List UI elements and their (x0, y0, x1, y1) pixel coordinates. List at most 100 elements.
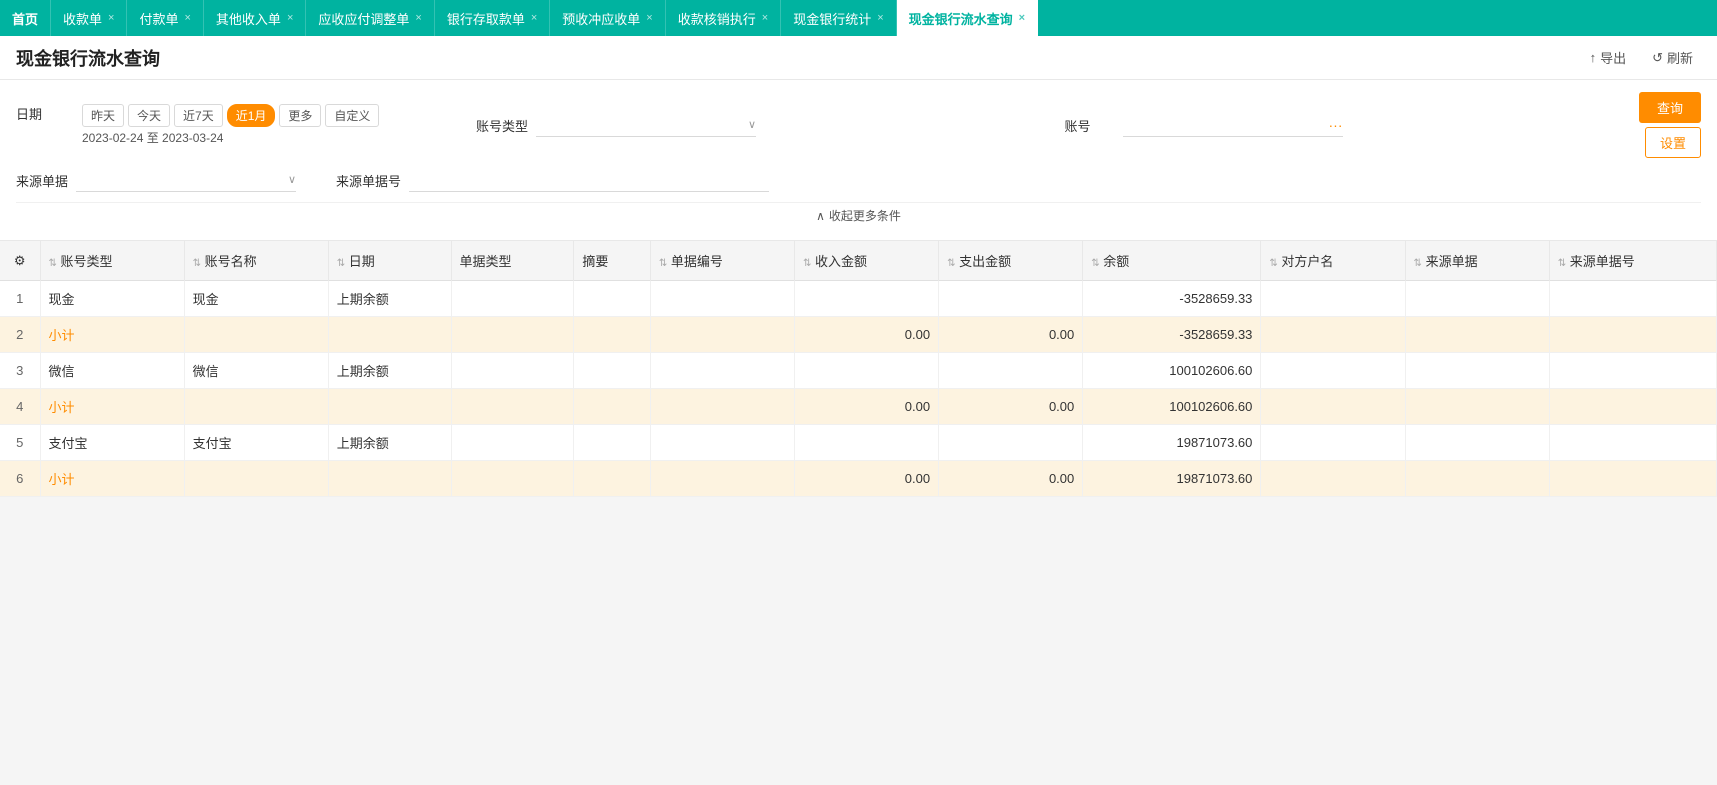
date-btn-more[interactable]: 更多 (279, 104, 321, 127)
col-balance[interactable]: ⇅ 余额 (1083, 241, 1261, 281)
table-row: 6小计0.000.0019871073.60 (0, 461, 1717, 497)
cell-doc-no (650, 425, 794, 461)
page-title: 现金银行流水查询 (16, 45, 160, 71)
cell-income: 0.00 (794, 461, 938, 497)
account-dots-icon[interactable]: ··· (1329, 117, 1343, 133)
close-icon[interactable]: × (287, 12, 293, 24)
cell-income (794, 281, 938, 317)
nav-tab-payments[interactable]: 付款单 × (127, 0, 203, 36)
cell-account-name (184, 317, 328, 353)
close-icon[interactable]: × (646, 12, 652, 24)
cell-doc-no (650, 281, 794, 317)
source-doc-input[interactable] (76, 168, 284, 191)
cell-no: 5 (0, 425, 40, 461)
date-btn-custom[interactable]: 自定义 (325, 104, 379, 127)
cell-source-doc-no (1549, 389, 1716, 425)
chevron-down-icon-2: ∨ (288, 173, 296, 186)
date-btn-yesterday[interactable]: 昨天 (82, 104, 124, 127)
cell-account-name (184, 461, 328, 497)
col-source-doc-no[interactable]: ⇅ 来源单据号 (1549, 241, 1716, 281)
date-option-buttons: 昨天 今天 近7天 近1月 更多 自定义 (82, 104, 379, 127)
col-expense[interactable]: ⇅ 支出金额 (939, 241, 1083, 281)
col-settings[interactable]: ⚙ (0, 241, 40, 281)
account-type-input[interactable] (536, 113, 744, 136)
page-header: 现金银行流水查询 ↑ 导出 ↺ 刷新 (0, 36, 1717, 80)
cell-account-type: 小计 (40, 317, 184, 353)
refresh-button[interactable]: ↺ 刷新 (1644, 44, 1701, 71)
nav-tab-cash-stats[interactable]: 现金银行统计 × (781, 0, 896, 36)
date-btn-7days[interactable]: 近7天 (174, 104, 223, 127)
nav-tab-other-income[interactable]: 其他收入单 × (204, 0, 306, 36)
table-header: ⚙ ⇅ 账号类型 ⇅ 账号名称 ⇅ 日期 单据类型 摘要 (0, 241, 1717, 281)
cell-summary (574, 353, 651, 389)
collapse-more-conditions[interactable]: ∧ 收起更多条件 (16, 202, 1701, 228)
cell-balance: 19871073.60 (1083, 425, 1261, 461)
query-button[interactable]: 查询 (1639, 92, 1701, 123)
cell-counterpart (1261, 389, 1405, 425)
close-icon[interactable]: × (877, 12, 883, 24)
col-label: 对方户名 (1281, 254, 1333, 269)
export-button[interactable]: ↑ 导出 (1582, 44, 1635, 71)
nav-tab-bank-deposit[interactable]: 银行存取款单 × (435, 0, 550, 36)
close-icon[interactable]: × (1019, 12, 1025, 24)
cell-date (328, 389, 451, 425)
account-input[interactable] (1123, 113, 1325, 136)
account-filter-group: 账号 ··· (1065, 113, 1624, 137)
date-options-group: 昨天 今天 近7天 近1月 更多 自定义 2023-02-24 至 2023-0… (82, 104, 379, 146)
cell-account-type: 微信 (40, 353, 184, 389)
filter-area: 日期 昨天 今天 近7天 近1月 更多 自定义 2023-02-24 至 202… (0, 80, 1717, 241)
close-icon[interactable]: × (108, 12, 114, 24)
tab-label: 收款单 (63, 9, 102, 28)
cell-doc-type (451, 281, 574, 317)
export-icon: ↑ (1590, 50, 1597, 65)
tab-label: 预收冲应收单 (562, 9, 640, 28)
account-label: 账号 (1065, 116, 1115, 135)
col-date[interactable]: ⇅ 日期 (328, 241, 451, 281)
date-btn-today[interactable]: 今天 (128, 104, 170, 127)
close-icon[interactable]: × (184, 12, 190, 24)
collapse-up-icon: ∧ (816, 209, 825, 223)
cell-account-name: 现金 (184, 281, 328, 317)
close-icon[interactable]: × (531, 12, 537, 24)
refresh-label: 刷新 (1667, 48, 1693, 67)
col-label: 来源单据号 (1570, 254, 1635, 269)
settings-button[interactable]: 设置 (1645, 127, 1701, 158)
cell-source-doc (1405, 317, 1549, 353)
source-doc-no-input[interactable] (409, 168, 769, 191)
nav-tab-advance-offset[interactable]: 预收冲应收单 × (550, 0, 665, 36)
cell-summary (574, 389, 651, 425)
sort-icon: ⇅ (1414, 258, 1422, 269)
tab-label: 收款核销执行 (678, 9, 756, 28)
col-account-type[interactable]: ⇅ 账号类型 (40, 241, 184, 281)
table-row: 5支付宝支付宝上期余额19871073.60 (0, 425, 1717, 461)
close-icon[interactable]: × (762, 12, 768, 24)
nav-tab-home[interactable]: 首页 (0, 0, 51, 36)
cell-source-doc (1405, 389, 1549, 425)
col-summary: 摘要 (574, 241, 651, 281)
home-label: 首页 (12, 9, 38, 28)
nav-tab-ar-ap-adjust[interactable]: 应收应付调整单 × (306, 0, 434, 36)
nav-tabs: 首页 收款单 × 付款单 × 其他收入单 × 应收应付调整单 × 银行存取款单 … (0, 0, 1717, 36)
cell-counterpart (1261, 281, 1405, 317)
data-table: ⚙ ⇅ 账号类型 ⇅ 账号名称 ⇅ 日期 单据类型 摘要 (0, 241, 1717, 497)
nav-tab-receipts[interactable]: 收款单 × (51, 0, 127, 36)
date-btn-1month[interactable]: 近1月 (227, 104, 276, 127)
cell-expense: 0.00 (939, 317, 1083, 353)
col-source-doc[interactable]: ⇅ 来源单据 (1405, 241, 1549, 281)
cell-counterpart (1261, 425, 1405, 461)
col-account-name[interactable]: ⇅ 账号名称 (184, 241, 328, 281)
nav-tab-receipt-exec[interactable]: 收款核销执行 × (666, 0, 781, 36)
col-doc-no[interactable]: ⇅ 单据编号 (650, 241, 794, 281)
cell-source-doc (1405, 353, 1549, 389)
header-actions: ↑ 导出 ↺ 刷新 (1582, 44, 1701, 71)
cell-expense (939, 425, 1083, 461)
cell-expense (939, 353, 1083, 389)
tab-label: 付款单 (139, 9, 178, 28)
nav-tab-cash-flow[interactable]: 现金银行流水查询 × (897, 0, 1038, 36)
filter-right-buttons: 查询 设置 (1623, 92, 1701, 158)
col-counterpart[interactable]: ⇅ 对方户名 (1261, 241, 1405, 281)
tab-label: 其他收入单 (216, 9, 281, 28)
col-income[interactable]: ⇅ 收入金额 (794, 241, 938, 281)
export-label: 导出 (1600, 48, 1626, 67)
close-icon[interactable]: × (415, 12, 421, 24)
